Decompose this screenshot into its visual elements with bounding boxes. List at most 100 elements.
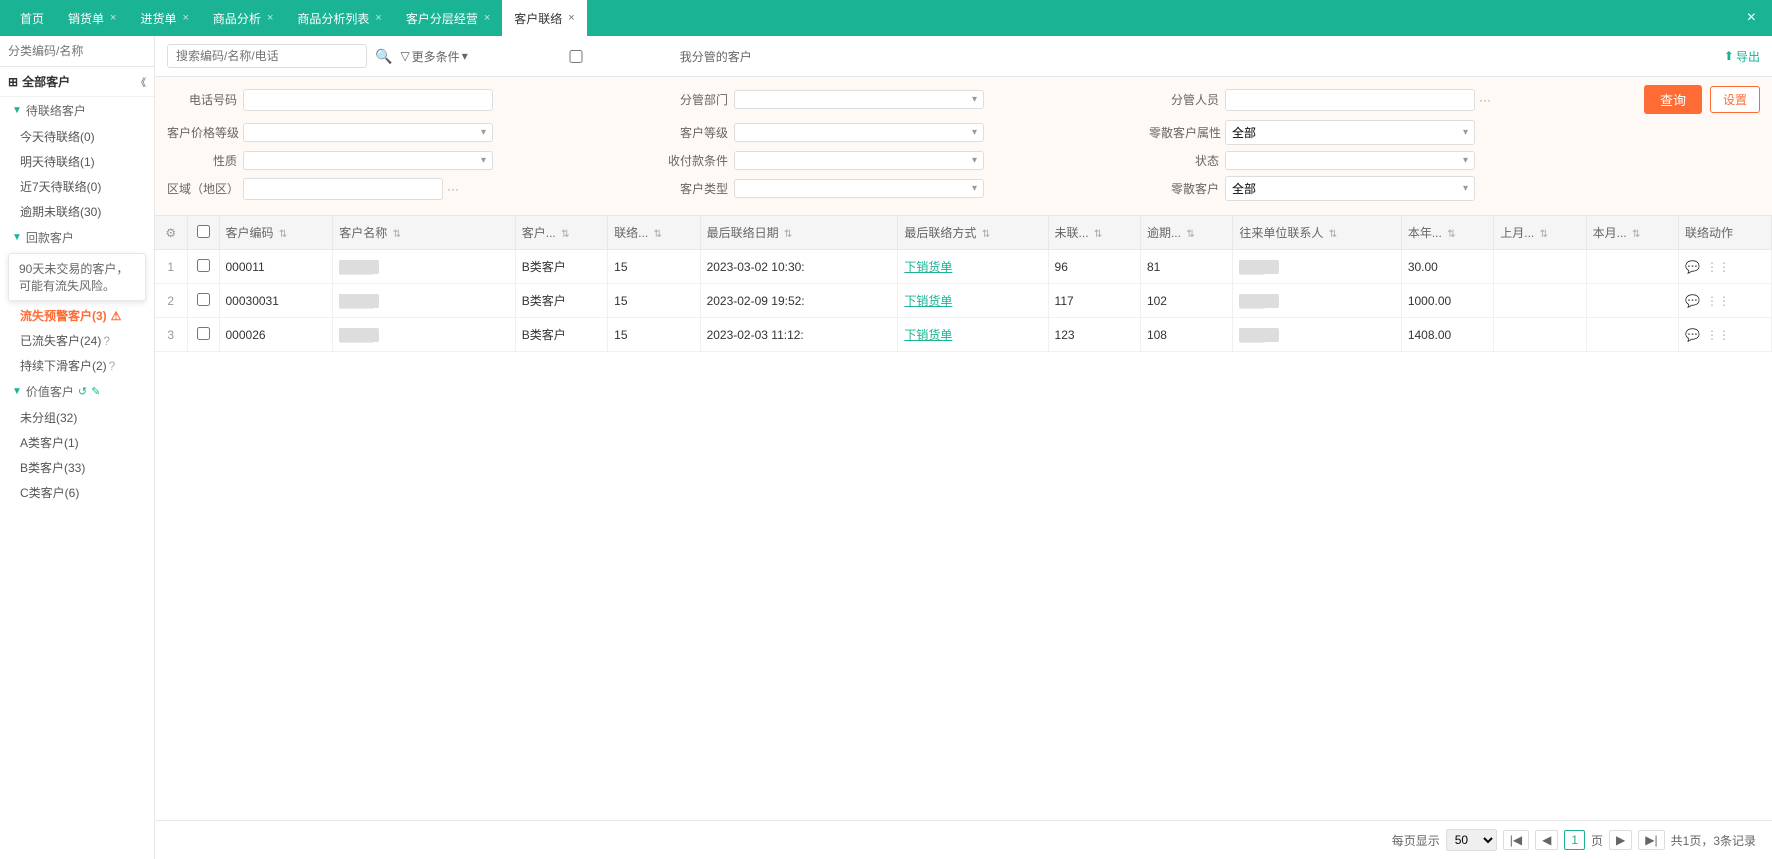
- group-label-pending: 待联络客户: [26, 102, 86, 119]
- manager-more-icon[interactable]: ···: [1479, 93, 1491, 107]
- col-contact[interactable]: 联络... ⇅: [608, 216, 700, 250]
- col-uncontacted[interactable]: 未联... ⇅: [1048, 216, 1140, 250]
- my-customers-checkbox-area[interactable]: 我分管的客户: [476, 48, 752, 65]
- col-name-label: 客户名称: [339, 226, 387, 240]
- sidebar-item-ungrouped[interactable]: 未分组(32): [0, 405, 154, 430]
- close-icon-customer-tier[interactable]: ×: [484, 12, 490, 24]
- sidebar-all-customers[interactable]: ⊞ 全部客户 《: [0, 67, 154, 97]
- col-code[interactable]: 客户编码 ⇅: [219, 216, 333, 250]
- cell-checkbox[interactable]: [187, 250, 219, 284]
- sidebar-item-overdue[interactable]: 逾期未联络(30): [0, 199, 154, 224]
- col-last-date[interactable]: 最后联络日期 ⇅: [700, 216, 898, 250]
- sidebar-item-a-class[interactable]: A类客户(1): [0, 430, 154, 455]
- settings-button[interactable]: 设置: [1710, 86, 1760, 113]
- nav-item-customer-tier[interactable]: 客户分层经营 ×: [394, 0, 502, 36]
- customer-type-label: 客户类型: [658, 180, 728, 197]
- sidebar-item-7days[interactable]: 近7天待联络(0): [0, 174, 154, 199]
- retail-customer-dropdown[interactable]: 全部 ▾: [1225, 176, 1475, 201]
- sidebar-item-b-class[interactable]: B类客户(33): [0, 455, 154, 480]
- search-button[interactable]: 🔍: [375, 48, 392, 65]
- more-actions-icon[interactable]: ⋮⋮: [1706, 294, 1730, 308]
- close-icon-sales[interactable]: ×: [110, 12, 116, 24]
- last-page-button[interactable]: ▶|: [1638, 830, 1664, 850]
- payment-dropdown[interactable]: ▾: [734, 151, 984, 170]
- sidebar-item-churned[interactable]: 已流失客户(24) ?: [0, 328, 154, 353]
- sidebar-item-declining[interactable]: 持续下滑客户(2) ?: [0, 353, 154, 378]
- col-type[interactable]: 客户... ⇅: [515, 216, 607, 250]
- nature-arrow-icon: ▾: [481, 155, 486, 166]
- close-icon-purchase[interactable]: ×: [182, 12, 188, 24]
- nav-item-analysis[interactable]: 商品分析 ×: [201, 0, 285, 36]
- col-contact2[interactable]: 往来单位联系人 ⇅: [1233, 216, 1401, 250]
- col-name[interactable]: 客户名称 ⇅: [333, 216, 516, 250]
- per-page-select[interactable]: 50 100 200: [1446, 829, 1497, 851]
- cell-checkbox[interactable]: [187, 318, 219, 352]
- customer-type-dropdown[interactable]: ▾: [734, 179, 984, 198]
- manager-input[interactable]: [1225, 89, 1475, 111]
- sidebar-item-today[interactable]: 今天待联络(0): [0, 124, 154, 149]
- nav-item-customer-contact[interactable]: 客户联络 ×: [502, 0, 586, 36]
- col-last-month[interactable]: 上月... ⇅: [1494, 216, 1586, 250]
- more-conditions-button[interactable]: ▽ 更多条件 ▾: [400, 48, 467, 65]
- phone-input[interactable]: [243, 89, 493, 111]
- customer-grade-dropdown[interactable]: ▾: [734, 123, 984, 142]
- col-this-year[interactable]: 本年... ⇅: [1401, 216, 1493, 250]
- per-page-label: 每页显示: [1392, 832, 1440, 849]
- region-label: 区域（地区）: [167, 180, 237, 197]
- triangle-icon-pending: ▼: [12, 105, 22, 116]
- col-this-month[interactable]: 本月... ⇅: [1586, 216, 1678, 250]
- search-input[interactable]: [167, 44, 367, 68]
- more-actions-icon[interactable]: ⋮⋮: [1706, 260, 1730, 274]
- nav-item-analysis-list[interactable]: 商品分析列表 ×: [285, 0, 393, 36]
- my-customers-checkbox[interactable]: [476, 50, 676, 63]
- query-button[interactable]: 查询: [1644, 85, 1702, 114]
- col-overdue[interactable]: 逾期... ⇅: [1140, 216, 1232, 250]
- region-more-icon[interactable]: ···: [447, 182, 459, 196]
- col-settings[interactable]: ⚙: [155, 216, 187, 250]
- nature-dropdown[interactable]: ▾: [243, 151, 493, 170]
- close-icon-customer-contact[interactable]: ×: [568, 12, 574, 24]
- select-all-checkbox[interactable]: [197, 225, 210, 238]
- cell-checkbox[interactable]: [187, 284, 219, 318]
- export-button[interactable]: ⬆ 导出: [1724, 48, 1760, 65]
- close-icon-analysis[interactable]: ×: [267, 12, 273, 24]
- region-input[interactable]: [243, 178, 443, 200]
- settings-icon[interactable]: ⚙: [165, 226, 176, 240]
- row-checkbox[interactable]: [197, 259, 210, 272]
- row-checkbox[interactable]: [197, 293, 210, 306]
- prev-page-button[interactable]: ◀: [1535, 830, 1558, 850]
- close-icon-analysis-list[interactable]: ×: [375, 12, 381, 24]
- close-all-button[interactable]: ×: [1739, 9, 1764, 27]
- sidebar-search-input[interactable]: [8, 44, 155, 58]
- next-page-button[interactable]: ▶: [1609, 830, 1632, 850]
- sidebar-item-c-class[interactable]: C类客户(6): [0, 480, 154, 505]
- price-grade-dropdown[interactable]: ▾: [243, 123, 493, 142]
- first-page-button[interactable]: |◀: [1503, 830, 1529, 850]
- edit-icon[interactable]: ✎: [91, 385, 100, 398]
- nav-item-purchase[interactable]: 进货单 ×: [128, 0, 200, 36]
- chat-icon[interactable]: 💬: [1685, 294, 1700, 308]
- nature-label: 性质: [167, 152, 237, 169]
- nav-label-home: 首页: [20, 10, 44, 27]
- sidebar-item-churn-warning[interactable]: 流失预警客户(3) ⚠: [0, 303, 154, 328]
- dept-dropdown[interactable]: ▾: [734, 90, 984, 109]
- sidebar-group-value[interactable]: ▼ 价值客户 ↺ ✎: [0, 378, 154, 405]
- sort-icon-overdue: ⇅: [1186, 229, 1194, 240]
- more-actions-icon[interactable]: ⋮⋮: [1706, 328, 1730, 342]
- sidebar-group-returning[interactable]: ▼ 回款客户: [0, 224, 154, 251]
- sidebar-group-pending[interactable]: ▼ 待联络客户: [0, 97, 154, 124]
- retail-attr-dropdown[interactable]: 全部 ▾: [1225, 120, 1475, 145]
- status-dropdown[interactable]: ▾: [1225, 151, 1475, 170]
- chat-icon[interactable]: 💬: [1685, 260, 1700, 274]
- refresh-icon[interactable]: ↺: [78, 385, 87, 398]
- sort-icon-last-date: ⇅: [784, 229, 792, 240]
- cell-last-month: [1494, 284, 1586, 318]
- chat-icon[interactable]: 💬: [1685, 328, 1700, 342]
- row-checkbox[interactable]: [197, 327, 210, 340]
- nav-item-home[interactable]: 首页: [8, 0, 56, 36]
- sidebar-item-tomorrow[interactable]: 明天待联络(1): [0, 149, 154, 174]
- nav-item-sales[interactable]: 销货单 ×: [56, 0, 128, 36]
- cell-last-date: 2023-03-02 10:30:: [700, 250, 898, 284]
- col-checkbox[interactable]: [187, 216, 219, 250]
- col-last-method[interactable]: 最后联络方式 ⇅: [898, 216, 1048, 250]
